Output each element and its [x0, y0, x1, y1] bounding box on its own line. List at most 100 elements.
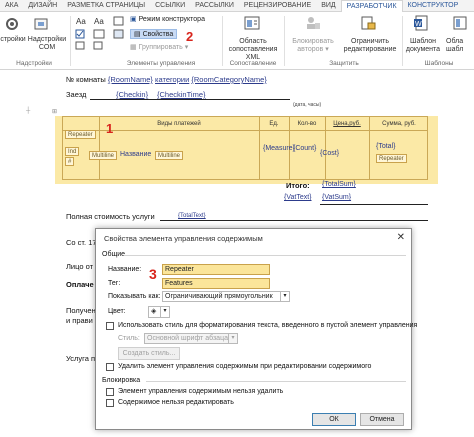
group-label-controls: Элементы управления [126, 60, 196, 67]
general-section-label: Общие [102, 251, 126, 258]
word-template-icon: W [413, 15, 429, 33]
ribbon-tab-bar: АКА ДИЗАЙН РАЗМЕТКА СТРАНИЦЫ ССЫЛКИ РАСС… [0, 0, 474, 12]
tab-layout[interactable]: РАЗМЕТКА СТРАНИЦЫ [62, 0, 150, 12]
restrict-editing-button[interactable]: Ограничить редактирование [340, 38, 400, 54]
restrict-editing-icon [360, 15, 376, 33]
separator [70, 16, 71, 66]
total-repeater-tag: Repeater [376, 154, 407, 163]
group-label-mapping: Сопоставление [229, 60, 277, 67]
tab-references[interactable]: ССЫЛКИ [150, 0, 190, 12]
tab-constructor[interactable]: КОНСТРУКТОР [403, 0, 464, 12]
vat-sum-field[interactable]: {VatSum} [322, 194, 351, 201]
tab-developer[interactable]: РАЗРАБОТЧИК [340, 0, 403, 12]
header-sum: Сумма, руб. [382, 121, 416, 127]
total-field[interactable]: {Total} [376, 143, 395, 150]
room-name-field[interactable]: {RoomName} [108, 75, 153, 84]
show-as-value: Ограничивающий прямоугольник [165, 293, 273, 300]
lock-delete-checkbox[interactable] [106, 388, 114, 396]
separator [284, 16, 285, 66]
total-text-field[interactable]: {TotalText} [178, 213, 206, 219]
name-input[interactable]: Repeater [162, 264, 270, 275]
tag-input[interactable]: Features [162, 278, 270, 289]
name-field[interactable]: Название [118, 151, 153, 160]
style-select[interactable]: Основной шрифт абзаца ▾ [144, 333, 238, 344]
ok-button[interactable]: ОК [312, 413, 356, 426]
block-authors-button[interactable]: Блокировать авторов ▾ [288, 38, 338, 54]
poluch-text-1: Получен [66, 306, 96, 315]
multiline-tag-left: Multiline [89, 151, 118, 160]
poluch-text-2: и прави [66, 316, 93, 325]
com-addins-icon [33, 16, 49, 34]
repeater-tag[interactable]: Repeater [65, 130, 96, 139]
remove-on-edit-checkbox[interactable] [106, 363, 114, 371]
name-label: Название: [108, 266, 142, 273]
tab-mailings[interactable]: РАССЫЛКИ [190, 0, 239, 12]
checkin-time-field[interactable]: {CheckinTime} [157, 90, 206, 99]
use-style-checkbox[interactable] [106, 322, 114, 330]
anchor-mark: ┼ [26, 108, 31, 114]
sharp-tag: # [65, 157, 75, 166]
checkin-underline [90, 99, 290, 100]
content-control-properties-dialog: Свойства элемента управления содержимым … [95, 228, 417, 430]
com-addins-button[interactable]: Надстройки COM [27, 36, 67, 52]
full-cost-underline [160, 220, 428, 221]
separator [222, 16, 223, 66]
properties-button[interactable]: ▤ Свойства [130, 29, 178, 39]
lock-delete-label: Элемент управления содержимым нельзя уда… [118, 388, 284, 395]
category-label: категории [155, 75, 190, 84]
use-style-label: Использовать стиль для форматирования те… [118, 322, 418, 329]
full-cost-label: Полная стоимость услуги [66, 212, 155, 221]
section-divider [124, 255, 406, 256]
template-pane-icon [452, 15, 468, 33]
svg-text:Aa: Aa [94, 17, 104, 26]
vat-text-field[interactable]: {VatText} [284, 194, 312, 201]
color-picker[interactable]: ◈ ▾ [148, 306, 170, 318]
room-line: № комнаты {RoomName} категории {RoomCate… [66, 75, 267, 84]
addins-button[interactable]: стройки [0, 36, 26, 44]
design-mode-button[interactable]: ▣ Режим конструктора [130, 15, 205, 25]
checkin-field[interactable]: {Checkin} [116, 90, 148, 99]
oplach-text: Оплаче [66, 280, 94, 289]
remove-on-edit-label: Удалить элемент управления содержимым пр… [118, 363, 372, 370]
count-field[interactable]: {Count} [293, 145, 316, 152]
total-sum-field[interactable]: {TotalSum} [322, 181, 356, 188]
style-label: Стиль: [118, 335, 140, 342]
gear-icon [4, 16, 20, 34]
cost-field[interactable]: {Cost} [320, 150, 339, 157]
chevron-down-icon: ▾ [280, 292, 289, 301]
vat-underline [320, 204, 428, 205]
show-as-select[interactable]: Ограничивающий прямоугольник ▾ [162, 291, 290, 302]
close-icon[interactable]: ✕ [397, 232, 405, 243]
xml-mapping-button[interactable]: Область сопоставления XML [224, 38, 282, 62]
dialog-title: Свойства элемента управления содержимым [104, 234, 263, 243]
xml-mapping-icon [244, 15, 260, 33]
group-button[interactable]: ▦ Группировать ▾ [130, 43, 188, 53]
cancel-button[interactable]: Отмена [360, 413, 404, 426]
svg-text:W: W [415, 21, 422, 28]
document-template-button[interactable]: Шаблон документа [404, 38, 442, 54]
marker-2: 2 [186, 29, 194, 44]
tab-design[interactable]: ДИЗАЙН [23, 0, 62, 12]
repeater-table[interactable]: Виды платежей Ед. Кол-во Цена,руб. Сумма… [62, 116, 428, 180]
tab-insert[interactable]: АКА [0, 0, 23, 12]
header-payment-types: Виды платежей [157, 121, 201, 127]
section-divider [146, 381, 406, 382]
template-pane-button[interactable]: Обла шабл [446, 38, 474, 54]
chevron-down-icon: ▾ [228, 334, 237, 343]
new-style-button[interactable]: Создать стиль... [118, 347, 180, 360]
multiline-tag-right: Multiline [155, 151, 184, 160]
lico-text: Лицо от [66, 262, 94, 271]
group-label-addins: Надстройки [16, 60, 52, 67]
tab-review[interactable]: РЕЦЕНЗИРОВАНИЕ [239, 0, 316, 12]
room-category-field[interactable]: {RoomCategoryName} [191, 75, 266, 84]
lock-edit-checkbox[interactable] [106, 399, 114, 407]
measure-field[interactable]: {Measure} [263, 145, 295, 152]
tab-view[interactable]: ВИД [316, 0, 340, 12]
marker-1: 1 [106, 121, 114, 136]
date-hint: (дата, часы) [293, 102, 322, 108]
checkin-line: Заезд [66, 90, 86, 99]
room-label: № комнаты [66, 75, 106, 84]
header-count: Кол-во [297, 121, 317, 127]
marker-3: 3 [149, 266, 157, 282]
show-as-label: Показывать как: [108, 293, 161, 300]
